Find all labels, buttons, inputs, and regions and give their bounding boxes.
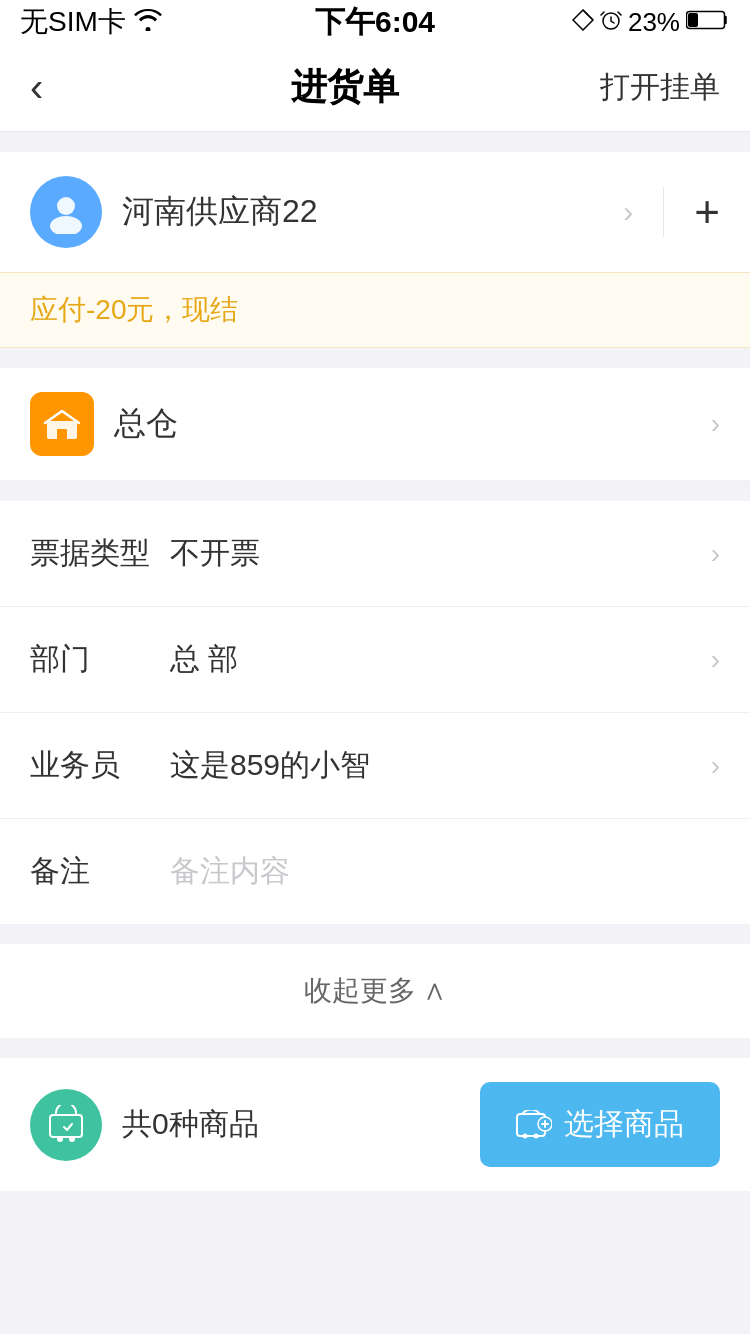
location-icon [572,7,594,38]
supplier-name: 河南供应商22 [122,190,623,234]
svg-point-12 [534,1133,539,1138]
svg-rect-6 [57,429,67,439]
department-row[interactable]: 部门 总 部 › [0,607,750,713]
warehouse-section: 总仓 › [0,368,750,481]
battery-percent: 23% [628,7,680,38]
supplier-chevron-icon: › [623,195,633,229]
salesperson-value: 这是859的小智 [170,745,701,786]
supplier-avatar [30,176,102,248]
remark-input[interactable]: 备注内容 [170,851,720,892]
wifi-icon [134,6,162,38]
status-carrier: 无SIM卡 [20,3,162,41]
collapse-button[interactable]: 收起更多 ∧ [0,944,750,1038]
warehouse-icon [30,392,94,456]
warehouse-row[interactable]: 总仓 › [0,368,750,481]
svg-point-11 [523,1133,528,1138]
salesperson-chevron: › [711,750,720,782]
nav-bar: ‹ 进货单 打开挂单 [0,44,750,132]
status-right: 23% [572,7,730,38]
warehouse-chevron-icon: › [711,408,720,440]
notice-bar: 应付-20元，现结 [0,272,750,348]
invoice-type-chevron: › [711,538,720,570]
cart-count-label: 共0种商品 [122,1104,460,1145]
cart-icon-wrap [30,1089,102,1161]
invoice-type-row[interactable]: 票据类型 不开票 › [0,501,750,607]
remark-label: 备注 [30,851,170,892]
section-sep-1 [0,132,750,152]
invoice-type-label: 票据类型 [30,533,170,574]
select-product-button[interactable]: 选择商品 [480,1082,720,1167]
section-sep-2 [0,348,750,368]
svg-point-4 [50,216,82,234]
salesperson-row[interactable]: 业务员 这是859的小智 › [0,713,750,819]
department-value: 总 部 [170,639,701,680]
select-product-label: 选择商品 [564,1104,684,1145]
bottom-bar: 共0种商品 选择商品 [0,1058,750,1191]
add-supplier-button[interactable]: + [694,187,720,237]
department-chevron: › [711,644,720,676]
svg-point-3 [57,197,75,215]
page-title: 进货单 [291,63,399,112]
status-time: 下午6:04 [315,2,435,43]
divider-vertical [663,187,664,237]
salesperson-label: 业务员 [30,745,170,786]
back-button[interactable]: ‹ [30,65,90,110]
open-pending-button[interactable]: 打开挂单 [600,67,720,108]
status-bar: 无SIM卡 下午6:04 23% [0,0,750,44]
carrier-text: 无SIM卡 [20,3,126,41]
svg-point-9 [69,1136,75,1142]
supplier-row[interactable]: 河南供应商22 › + [0,152,750,272]
notice-text: 应付-20元，现结 [30,294,238,325]
svg-rect-7 [50,1115,82,1137]
form-section: 票据类型 不开票 › 部门 总 部 › 业务员 这是859的小智 › 备注 备注… [0,501,750,924]
invoice-type-value: 不开票 [170,533,701,574]
svg-rect-2 [688,13,698,27]
warehouse-name: 总仓 [114,402,711,446]
alarm-icon [600,7,622,38]
remark-row[interactable]: 备注 备注内容 [0,819,750,924]
department-label: 部门 [30,639,170,680]
svg-point-8 [57,1136,63,1142]
page-content: 河南供应商22 › + 应付-20元，现结 总仓 › 票据类型 [0,132,750,1231]
battery-icon [686,7,730,38]
supplier-section: 河南供应商22 › + 应付-20元，现结 [0,152,750,348]
